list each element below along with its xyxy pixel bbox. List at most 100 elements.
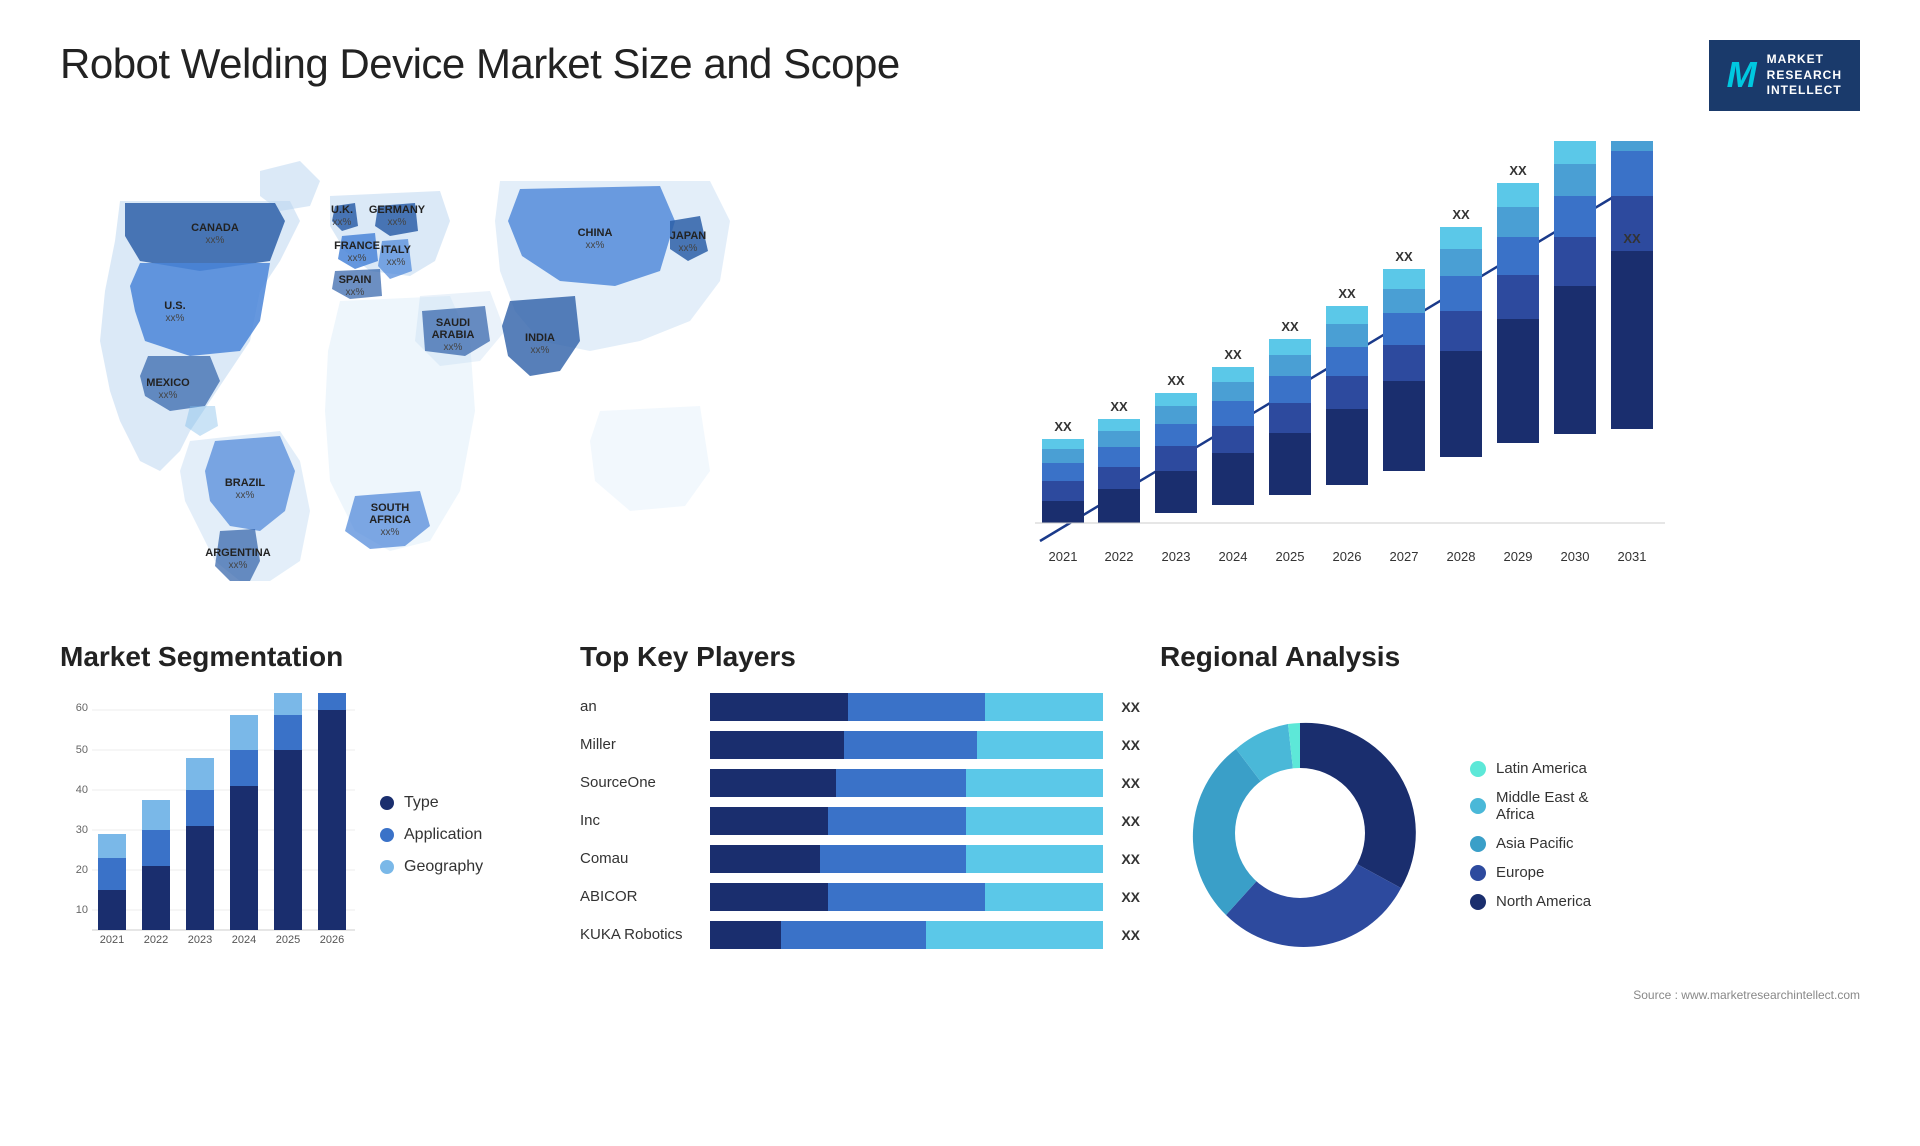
legend-asia-pacific: Asia Pacific [1470,835,1591,852]
svg-text:XX: XX [1452,207,1470,222]
legend-type: Type [380,794,483,812]
svg-text:2024: 2024 [232,934,256,946]
svg-text:XX: XX [1395,249,1413,264]
seg-legend: Type Application Geography [380,693,483,958]
svg-text:2027: 2027 [1390,549,1419,564]
svg-text:2028: 2028 [1447,549,1476,564]
svg-text:XX: XX [1110,399,1128,414]
player-xx-an: XX [1121,699,1140,715]
svg-text:GERMANY: GERMANY [369,204,426,216]
donut-chart-wrap [1160,693,1440,978]
logo-letter: M [1727,54,1757,96]
svg-text:xx%: xx% [531,345,550,356]
svg-text:INDIA: INDIA [525,332,555,344]
bar-seg-light [985,883,1103,911]
legend-application: Application [380,826,483,844]
bar-seg-dark [710,921,781,949]
bar-seg-light [926,921,1103,949]
bar-seg-dark [710,845,820,873]
svg-text:XX: XX [1054,419,1072,434]
svg-text:SOUTH: SOUTH [371,502,410,514]
legend-mea: Middle East &Africa [1470,789,1591,823]
geography-dot [380,860,394,874]
player-bar-miller [710,731,1103,759]
donut-chart-svg [1160,693,1440,973]
player-xx-comau: XX [1121,851,1140,867]
bar-seg-dark [710,693,848,721]
player-name-an: an [580,698,700,715]
svg-text:SAUDI: SAUDI [436,317,470,329]
player-row-inc: Inc XX [580,807,1140,835]
bar-seg-light [985,693,1103,721]
player-row-an: an XX [580,693,1140,721]
player-name-inc: Inc [580,812,700,829]
svg-text:xx%: xx% [346,287,365,298]
svg-text:2024: 2024 [1219,549,1248,564]
type-label: Type [404,794,439,812]
regional-content: Latin America Middle East &Africa Asia P… [1160,693,1860,978]
bottom-section: Market Segmentation 60 50 40 30 20 10 [60,641,1860,1002]
svg-text:XX: XX [1281,319,1299,334]
latin-america-label: Latin America [1496,760,1587,777]
svg-text:2030: 2030 [1561,549,1590,564]
logo-area: M MARKET RESEARCH INTELLECT [1709,40,1860,111]
asia-color [1470,836,1486,852]
growth-bar-chart: XX XX XX XX [800,141,1860,601]
svg-text:20: 20 [76,864,88,876]
svg-text:2022: 2022 [144,934,168,946]
legend-geography: Geography [380,858,483,876]
svg-text:2026: 2026 [1333,549,1362,564]
svg-text:xx%: xx% [586,240,605,251]
svg-text:CANADA: CANADA [191,222,239,234]
svg-text:xx%: xx% [348,253,367,264]
svg-text:xx%: xx% [679,243,698,254]
svg-text:2025: 2025 [1276,549,1305,564]
seg-svg-area: 60 50 40 30 20 10 [60,693,360,958]
player-xx-sourceone: XX [1121,775,1140,791]
application-label: Application [404,826,482,844]
regional-title: Regional Analysis [1160,641,1860,673]
bar-seg-dark [710,807,828,835]
seg-chart-wrap: 60 50 40 30 20 10 [60,693,560,958]
bar-seg-dark [710,883,828,911]
legend-north-america: North America [1470,893,1591,910]
svg-text:BRAZIL: BRAZIL [225,477,266,489]
svg-text:xx%: xx% [229,560,248,571]
page-container: Robot Welding Device Market Size and Sco… [0,0,1920,1146]
regional-legend: Latin America Middle East &Africa Asia P… [1470,760,1591,910]
mea-color [1470,798,1486,814]
application-dot [380,828,394,842]
svg-text:2023: 2023 [1162,549,1191,564]
source-text: Source : www.marketresearchintellect.com [1160,988,1860,1002]
player-bar-sourceone [710,769,1103,797]
svg-text:2031: 2031 [1618,549,1647,564]
svg-text:AFRICA: AFRICA [369,514,411,526]
top-section: CANADA xx% U.S. xx% MEXICO xx% BRAZIL xx… [60,141,1860,601]
svg-text:U.K.: U.K. [331,204,353,216]
svg-text:U.S.: U.S. [164,300,185,312]
geography-label: Geography [404,858,483,876]
bar-seg-light [966,769,1104,797]
svg-text:2022: 2022 [1105,549,1134,564]
svg-text:ITALY: ITALY [381,244,412,256]
player-bar-kuka [710,921,1103,949]
svg-text:ARABIA: ARABIA [432,329,475,341]
svg-text:50: 50 [76,744,88,756]
svg-text:2023: 2023 [188,934,212,946]
growth-chart-container: XX XX XX XX [800,141,1860,601]
svg-text:2026: 2026 [320,934,344,946]
svg-text:xx%: xx% [159,390,178,401]
player-xx-kuka: XX [1121,927,1140,943]
svg-text:2029: 2029 [1504,549,1533,564]
svg-text:JAPAN: JAPAN [670,230,707,242]
svg-text:ARGENTINA: ARGENTINA [205,547,270,559]
page-title: Robot Welding Device Market Size and Sco… [60,40,900,88]
player-row-miller: Miller XX [580,731,1140,759]
header: Robot Welding Device Market Size and Sco… [60,40,1860,111]
bar-seg-mid [848,693,986,721]
regional-area: Regional Analysis [1160,641,1860,1002]
player-row-sourceone: SourceOne XX [580,769,1140,797]
bar-seg-mid [828,807,966,835]
bar-seg-mid [820,845,966,873]
player-xx-abicor: XX [1121,889,1140,905]
